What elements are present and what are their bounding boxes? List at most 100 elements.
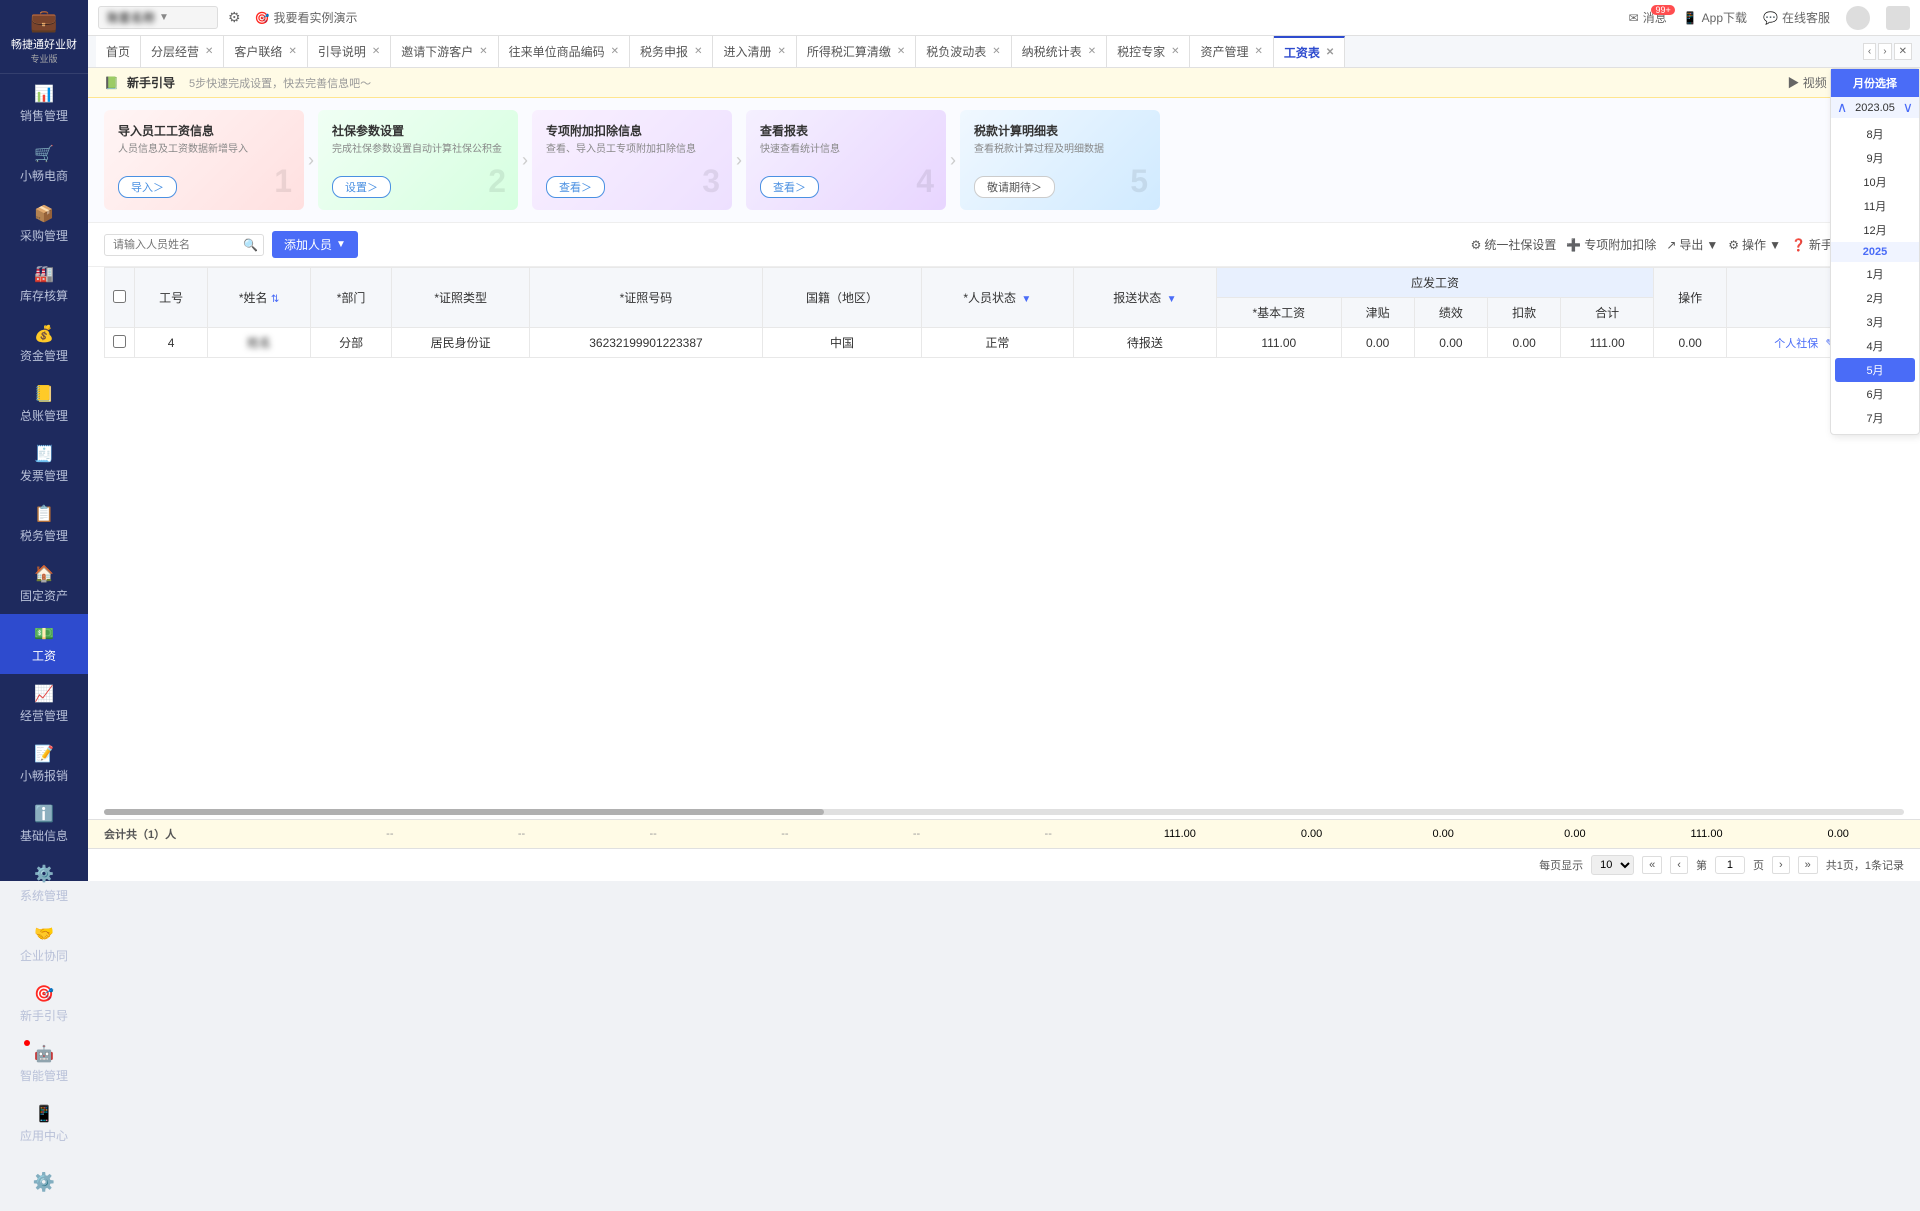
sidebar-item-sales[interactable]: 📊 销售管理 [0,74,88,134]
month-item-8[interactable]: 8月 [1831,122,1919,146]
tab-tax-report-close[interactable]: ✕ [694,46,702,57]
sidebar-item-cooperation[interactable]: 🤝 企业协同 [0,914,88,974]
tab-tax-stat[interactable]: 纳税统计表 ✕ [1012,36,1107,68]
horizontal-scrollbar-thumb[interactable] [104,809,824,815]
report-status-filter-icon[interactable]: ▼ [1167,294,1177,305]
horizontal-scrollbar-track[interactable] [104,809,1904,815]
sidebar-item-assets[interactable]: 🏠 固定资产 [0,554,88,614]
user-avatar[interactable] [1846,6,1870,30]
tab-asset-mgmt[interactable]: 资产管理 ✕ [1190,36,1273,68]
extra-button[interactable] [1886,6,1910,30]
tab-tax-stat-close[interactable]: ✕ [1088,46,1096,57]
tab-tax-discount-close[interactable]: ✕ [992,46,1000,57]
tab-close-all-button[interactable]: ✕ [1894,43,1912,60]
account-selector[interactable]: 账套名称 ▼ [98,6,218,29]
per-page-select[interactable]: 10 20 50 [1591,855,1634,875]
sidebar-item-appstore[interactable]: 📱 应用中心 [0,1094,88,1154]
tab-product-code[interactable]: 往来单位商品编码 ✕ [499,36,630,68]
tab-clearance-close[interactable]: ✕ [777,46,785,57]
sidebar-item-ledger[interactable]: 📒 总账管理 [0,374,88,434]
month-item-4[interactable]: 4月 [1831,334,1919,358]
settings-icon[interactable]: ⚙️ [25,1164,63,1201]
sidebar-item-salary[interactable]: 💵 工资 [0,614,88,674]
sidebar-item-purchase[interactable]: 📦 采购管理 [0,194,88,254]
tab-tax-report[interactable]: 税务申报 ✕ [630,36,713,68]
step1-button[interactable]: 导入＞ [118,176,177,198]
tab-guide-close[interactable]: ✕ [372,46,380,57]
tab-invite-close[interactable]: ✕ [479,46,487,57]
last-page-button[interactable]: » [1798,856,1818,874]
sidebar-item-basic[interactable]: ℹ️ 基础信息 [0,794,88,854]
month-item-5[interactable]: 5月 [1835,358,1915,382]
month-item-6[interactable]: 6月 [1831,382,1919,406]
tab-guide[interactable]: 引导说明 ✕ [308,36,391,68]
tab-clearance[interactable]: 进入清册 ✕ [713,36,796,68]
next-page-button[interactable]: › [1772,856,1790,874]
personal-social-insurance-link[interactable]: 个人社保 [1774,338,1818,350]
sidebar-item-finance[interactable]: 💰 资金管理 [0,314,88,374]
month-item-9[interactable]: 9月 [1831,146,1919,170]
tab-income-tax[interactable]: 所得税汇算清缴 ✕ [797,36,916,68]
tab-salary-close[interactable]: ✕ [1326,47,1334,58]
month-item-7[interactable]: 7月 [1831,406,1919,430]
sidebar-item-newguide[interactable]: 🎯 新手引导 [0,974,88,1034]
step5-button[interactable]: 敬请期待＞ [974,176,1055,198]
prev-page-button[interactable]: ‹ [1670,856,1688,874]
row-select-checkbox[interactable] [113,335,126,348]
tab-hierarchy[interactable]: 分层经营 ✕ [141,36,224,68]
tab-asset-mgmt-close[interactable]: ✕ [1255,46,1263,57]
summary-bonus: 0.00 [1246,828,1378,840]
sidebar-item-report[interactable]: 📝 小畅报销 [0,734,88,794]
tab-customer-close[interactable]: ✕ [288,46,296,57]
sidebar-item-inventory[interactable]: 🏭 库存核算 [0,254,88,314]
tab-customer[interactable]: 客户联络 ✕ [224,36,307,68]
month-item-12[interactable]: 12月 [1831,218,1919,242]
message-button[interactable]: ✉ 消息 99+ [1629,9,1667,26]
step3-button[interactable]: 查看＞ [546,176,605,198]
month-item-3[interactable]: 3月 [1831,310,1919,334]
sidebar-item-ai[interactable]: 🤖 智能管理 [0,1034,88,1094]
export-button[interactable]: ↗ 导出 ▼ [1666,236,1718,253]
demo-link[interactable]: 🎯 我要看实例演示 [255,9,358,26]
sidebar-item-ecommerce[interactable]: 🛒 小畅电商 [0,134,88,194]
social-insurance-button[interactable]: ⚙ 统一社保设置 [1471,236,1557,253]
tab-invite[interactable]: 邀请下游客户 ✕ [391,36,498,68]
tab-hierarchy-close[interactable]: ✕ [205,46,213,57]
sidebar-item-operation[interactable]: 📈 经营管理 [0,674,88,734]
tab-home[interactable]: 首页 [96,36,141,68]
app-download-button[interactable]: 📱 App下载 [1683,9,1747,26]
sidebar-item-tax[interactable]: 📋 税务管理 [0,494,88,554]
guide-video-link[interactable]: ▶ 视频 [1787,74,1826,91]
tab-tax-expert-close[interactable]: ✕ [1171,46,1179,57]
sidebar-bottom: ⚙️ [0,1154,88,1211]
tab-next-button[interactable]: › [1878,43,1891,60]
operation-button[interactable]: ⚙ 操作 ▼ [1728,236,1781,253]
month-picker-next-button[interactable]: ∨ [1903,99,1913,116]
page-number-input[interactable] [1715,856,1745,874]
tab-tax-expert[interactable]: 税控专家 ✕ [1107,36,1190,68]
sidebar-item-system[interactable]: ⚙️ 系统管理 [0,854,88,914]
search-input[interactable] [104,234,264,256]
month-item-1[interactable]: 1月 [1831,262,1919,286]
add-employee-button[interactable]: 添加人员 ▼ [272,231,358,258]
tab-guide-label: 引导说明 [318,43,366,60]
sidebar-item-invoice[interactable]: 🧾 发票管理 [0,434,88,494]
topbar-settings-icon[interactable]: ⚙ [228,9,241,26]
step4-button[interactable]: 查看＞ [760,176,819,198]
month-picker-prev-button[interactable]: ∧ [1837,99,1847,116]
select-all-checkbox[interactable] [113,290,126,303]
tab-income-tax-close[interactable]: ✕ [897,46,905,57]
tab-product-code-close[interactable]: ✕ [611,46,619,57]
tab-tax-discount[interactable]: 税负波动表 ✕ [916,36,1011,68]
month-item-2[interactable]: 2月 [1831,286,1919,310]
tab-salary[interactable]: 工资表 ✕ [1274,36,1345,68]
special-deduct-button[interactable]: ➕ 专项附加扣除 [1566,236,1656,253]
month-item-11[interactable]: 11月 [1831,194,1919,218]
first-page-button[interactable]: « [1642,856,1662,874]
status-filter-icon[interactable]: ▼ [1021,294,1031,305]
search-icon[interactable]: 🔍 [243,238,258,252]
month-item-10[interactable]: 10月 [1831,170,1919,194]
tab-prev-button[interactable]: ‹ [1863,43,1876,60]
step2-button[interactable]: 设置＞ [332,176,391,198]
online-service-button[interactable]: 💬 在线客服 [1763,9,1830,26]
